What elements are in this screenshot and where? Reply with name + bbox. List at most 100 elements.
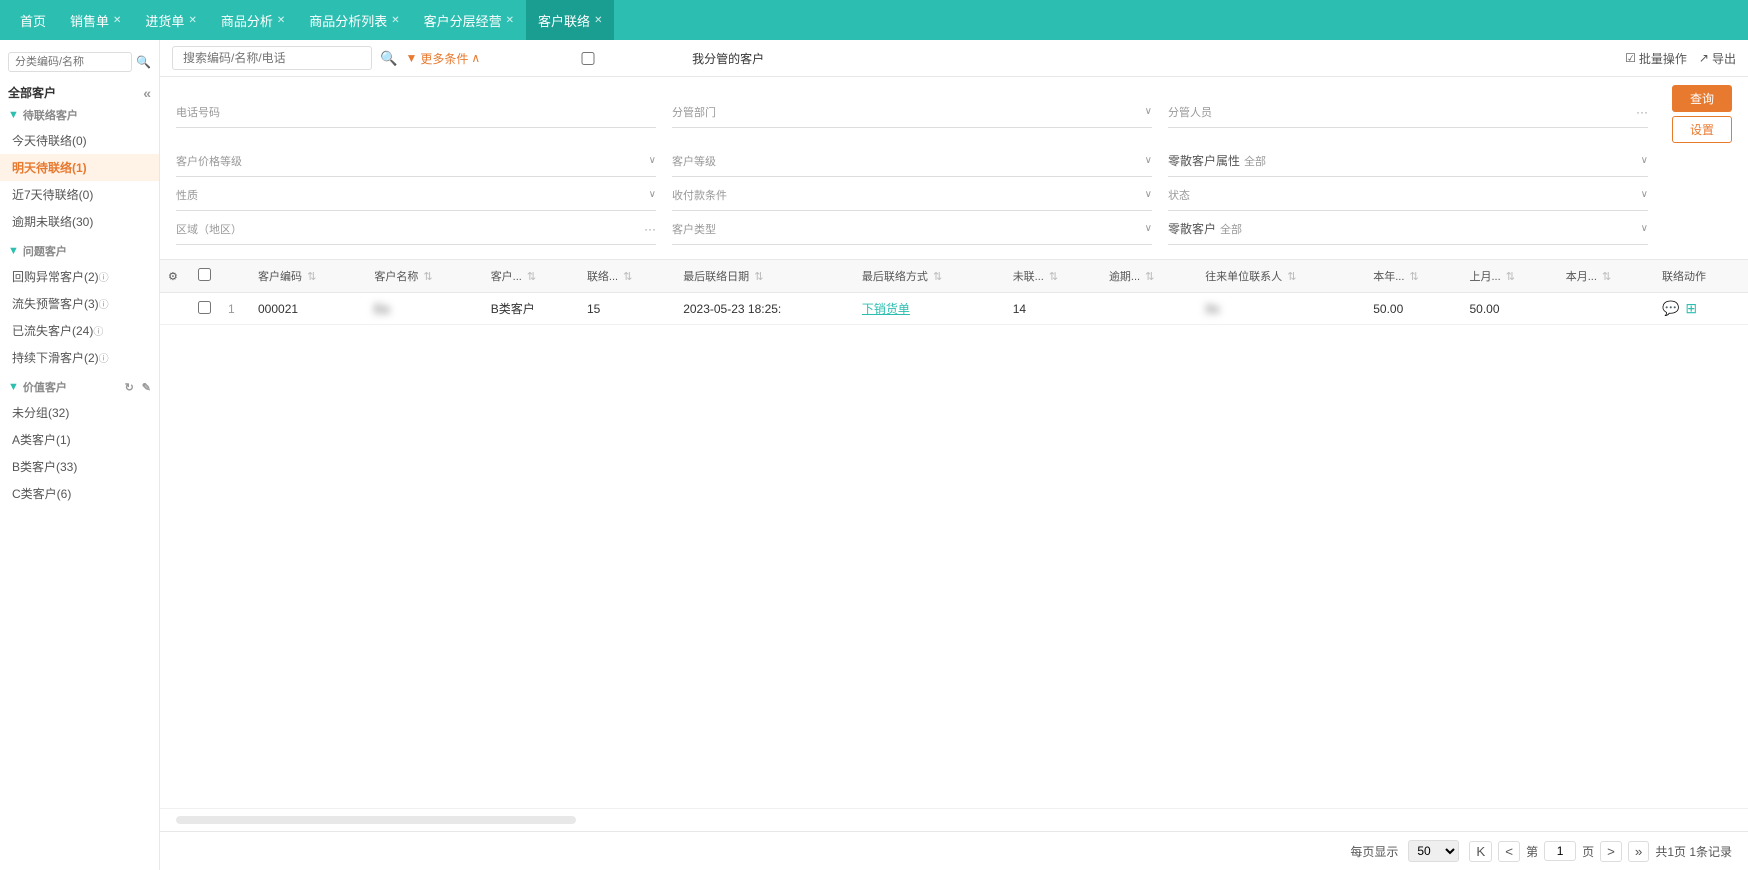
th-overdue[interactable]: 逾期... ⇅: [1101, 260, 1197, 293]
nav-product-analysis-list[interactable]: 商品分析列表 ✕: [297, 0, 411, 40]
filter-retail-customer-arrow: ∨: [1641, 223, 1648, 234]
sidebar-item-tomorrow[interactable]: 明天待联络(1): [0, 154, 159, 181]
th-gear[interactable]: ⚙: [160, 260, 190, 293]
filter-more-button[interactable]: ▼ 更多条件 ∧: [405, 50, 480, 67]
td-code: 000021: [250, 293, 366, 325]
th-this-month[interactable]: 本月... ⇅: [1558, 260, 1654, 293]
th-last-month[interactable]: 上月... ⇅: [1461, 260, 1557, 293]
last-page-button[interactable]: »: [1628, 841, 1649, 862]
filter-nature-arrow: ∨: [649, 189, 656, 200]
sidebar-group-value-refresh[interactable]: ↻: [125, 381, 134, 394]
sidebar-group-pending-triangle[interactable]: ▼: [8, 109, 19, 121]
nav-sales[interactable]: 销售单 ✕: [58, 0, 133, 40]
th-uncontacted[interactable]: 未联... ⇅: [1005, 260, 1101, 293]
search-button[interactable]: 🔍: [380, 50, 397, 67]
th-contact-person[interactable]: 往来单位联系人 ⇅: [1197, 260, 1365, 293]
sidebar-search-input[interactable]: [8, 52, 132, 72]
filter-customer-grade[interactable]: 客户等级 ∨: [672, 149, 1152, 177]
nav-customer-tier[interactable]: 客户分层经营 ✕: [412, 0, 526, 40]
prev-page-button[interactable]: <: [1498, 841, 1520, 862]
nav-product-analysis-list-close[interactable]: ✕: [391, 15, 399, 26]
sidebar-item-a-class[interactable]: A类客户(1): [0, 426, 159, 453]
nav-product-analysis[interactable]: 商品分析 ✕: [209, 0, 297, 40]
sidebar-item-churn-warning[interactable]: 流失预警客户(3) ⓘ: [0, 290, 159, 317]
page-number-input[interactable]: [1544, 841, 1576, 861]
sidebar-item-repurchase-abnormal[interactable]: 回购异常客户(2) ⓘ: [0, 263, 159, 290]
filter-retail-attr[interactable]: 零散客户属性 全部 ∨: [1168, 149, 1648, 177]
th-name[interactable]: 客户名称 ⇅: [366, 260, 482, 293]
sidebar-item-week[interactable]: 近7天待联络(0): [0, 181, 159, 208]
next-page-button[interactable]: >: [1600, 841, 1622, 862]
nav-customer-contact[interactable]: 客户联络 ✕: [526, 0, 614, 40]
th-last-contact-date[interactable]: 最后联络日期 ⇅: [675, 260, 854, 293]
export-button[interactable]: ↗ 导出: [1699, 50, 1736, 67]
nav-customer-contact-close[interactable]: ✕: [594, 15, 602, 26]
sidebar-item-overdue[interactable]: 逾期未联络(30): [0, 208, 159, 235]
sidebar-collapse-icon[interactable]: «: [143, 85, 151, 101]
sidebar-group-value-edit[interactable]: ✎: [142, 381, 151, 394]
page-size-select[interactable]: 50 100: [1408, 840, 1459, 862]
comment-action-icon[interactable]: 💬: [1662, 300, 1679, 317]
filter-status[interactable]: 状态 ∨: [1168, 183, 1648, 211]
toolbar: 🔍 ▼ 更多条件 ∧ 我分管的客户 ☑ 批量操作 ↗ 导出: [160, 40, 1748, 77]
batch-ops-button[interactable]: ☑ 批量操作: [1625, 50, 1687, 67]
sidebar-group-pending: ▼ 待联络客户: [0, 103, 159, 127]
sidebar-search-icon[interactable]: 🔍: [136, 55, 151, 69]
th-customer-type-col[interactable]: 客户... ⇅: [483, 260, 579, 293]
select-all-checkbox[interactable]: [198, 268, 211, 281]
grid-action-icon[interactable]: ⊞: [1685, 300, 1697, 317]
th-last-contact-method[interactable]: 最后联络方式 ⇅: [854, 260, 1005, 293]
search-input[interactable]: [172, 46, 372, 70]
filter-dept[interactable]: 分管部门 ∨: [672, 100, 1152, 128]
sidebar-item-ungrouped[interactable]: 未分组(32): [0, 399, 159, 426]
filter-nature[interactable]: 性质 ∨: [176, 183, 656, 211]
sidebar-item-declining[interactable]: 持续下滑客户(2) ⓘ: [0, 344, 159, 371]
sidebar-item-b-class[interactable]: B类客户(33): [0, 453, 159, 480]
filter-region-dots[interactable]: ···: [644, 222, 656, 236]
filter-customer-type[interactable]: 客户类型 ∨: [672, 217, 1152, 245]
th-contact-count[interactable]: 联络... ⇅: [579, 260, 675, 293]
sidebar-item-churned[interactable]: 已流失客户(24) ⓘ: [0, 317, 159, 344]
td-this-year: 50.00: [1365, 293, 1461, 325]
filter-status-arrow: ∨: [1641, 189, 1648, 200]
nav-home[interactable]: 首页: [8, 0, 58, 40]
settings-button[interactable]: 设置: [1672, 116, 1732, 143]
filter-row-2: 客户价格等级 ∨ 客户等级 ∨ 零散客户属性 全部 ∨: [176, 149, 1732, 177]
sidebar-item-c-class[interactable]: C类客户(6): [0, 480, 159, 507]
table-container: ⚙ 客户编码 ⇅ 客户名称 ⇅ 客户... ⇅ 联络... ⇅ 最后联络日期 ⇅…: [160, 260, 1748, 808]
th-code[interactable]: 客户编码 ⇅: [250, 260, 366, 293]
table-body: 1 000021 Ea B类客户 15 2023-05-23 18:25: 下销…: [160, 293, 1748, 325]
filter-retail-customer[interactable]: 零散客户 全部 ∨: [1168, 217, 1648, 245]
customer-table: ⚙ 客户编码 ⇅ 客户名称 ⇅ 客户... ⇅ 联络... ⇅ 最后联络日期 ⇅…: [160, 260, 1748, 325]
my-customers-checkbox-label[interactable]: 我分管的客户: [488, 50, 764, 67]
th-this-year[interactable]: 本年... ⇅: [1365, 260, 1461, 293]
export-icon: ↗: [1699, 51, 1709, 65]
filter-dept-arrow: ∨: [1145, 106, 1152, 117]
inner-scrollbar[interactable]: [176, 816, 576, 824]
nav-sales-close[interactable]: ✕: [113, 15, 121, 26]
sidebar-group-value-triangle[interactable]: ▼: [8, 381, 19, 393]
row-checkbox[interactable]: [198, 301, 211, 314]
filter-payment[interactable]: 收付款条件 ∨: [672, 183, 1152, 211]
td-uncontacted: 14: [1005, 293, 1101, 325]
filter-price-grade[interactable]: 客户价格等级 ∨: [176, 149, 656, 177]
my-customers-checkbox[interactable]: [488, 52, 688, 65]
filter-arrow-icon: ∧: [471, 51, 480, 65]
filter-person-dots[interactable]: ···: [1636, 105, 1648, 119]
filter-row-4: 区域（地区） ··· 客户类型 ∨ 零散客户 全部 ∨: [176, 217, 1732, 245]
sidebar-item-today[interactable]: 今天待联络(0): [0, 127, 159, 154]
filter-retail-attr-arrow: ∨: [1641, 155, 1648, 166]
nav-product-analysis-close[interactable]: ✕: [277, 15, 285, 26]
sidebar-search-area: 🔍: [0, 48, 159, 76]
nav-customer-tier-close[interactable]: ✕: [506, 15, 514, 26]
td-checkbox[interactable]: [190, 293, 220, 325]
td-last-contact-method[interactable]: 下销货单: [854, 293, 1005, 325]
filter-person: 分管人员 ···: [1168, 100, 1648, 128]
filter-phone-input[interactable]: [244, 105, 656, 119]
query-button[interactable]: 查询: [1672, 85, 1732, 112]
first-page-button[interactable]: K: [1469, 841, 1492, 862]
nav-purchase[interactable]: 进货单 ✕: [133, 0, 208, 40]
nav-purchase-close[interactable]: ✕: [188, 15, 196, 26]
sidebar-group-problem-triangle[interactable]: ▼: [8, 245, 19, 257]
sidebar-all-customers-header: 全部客户 «: [0, 80, 159, 103]
